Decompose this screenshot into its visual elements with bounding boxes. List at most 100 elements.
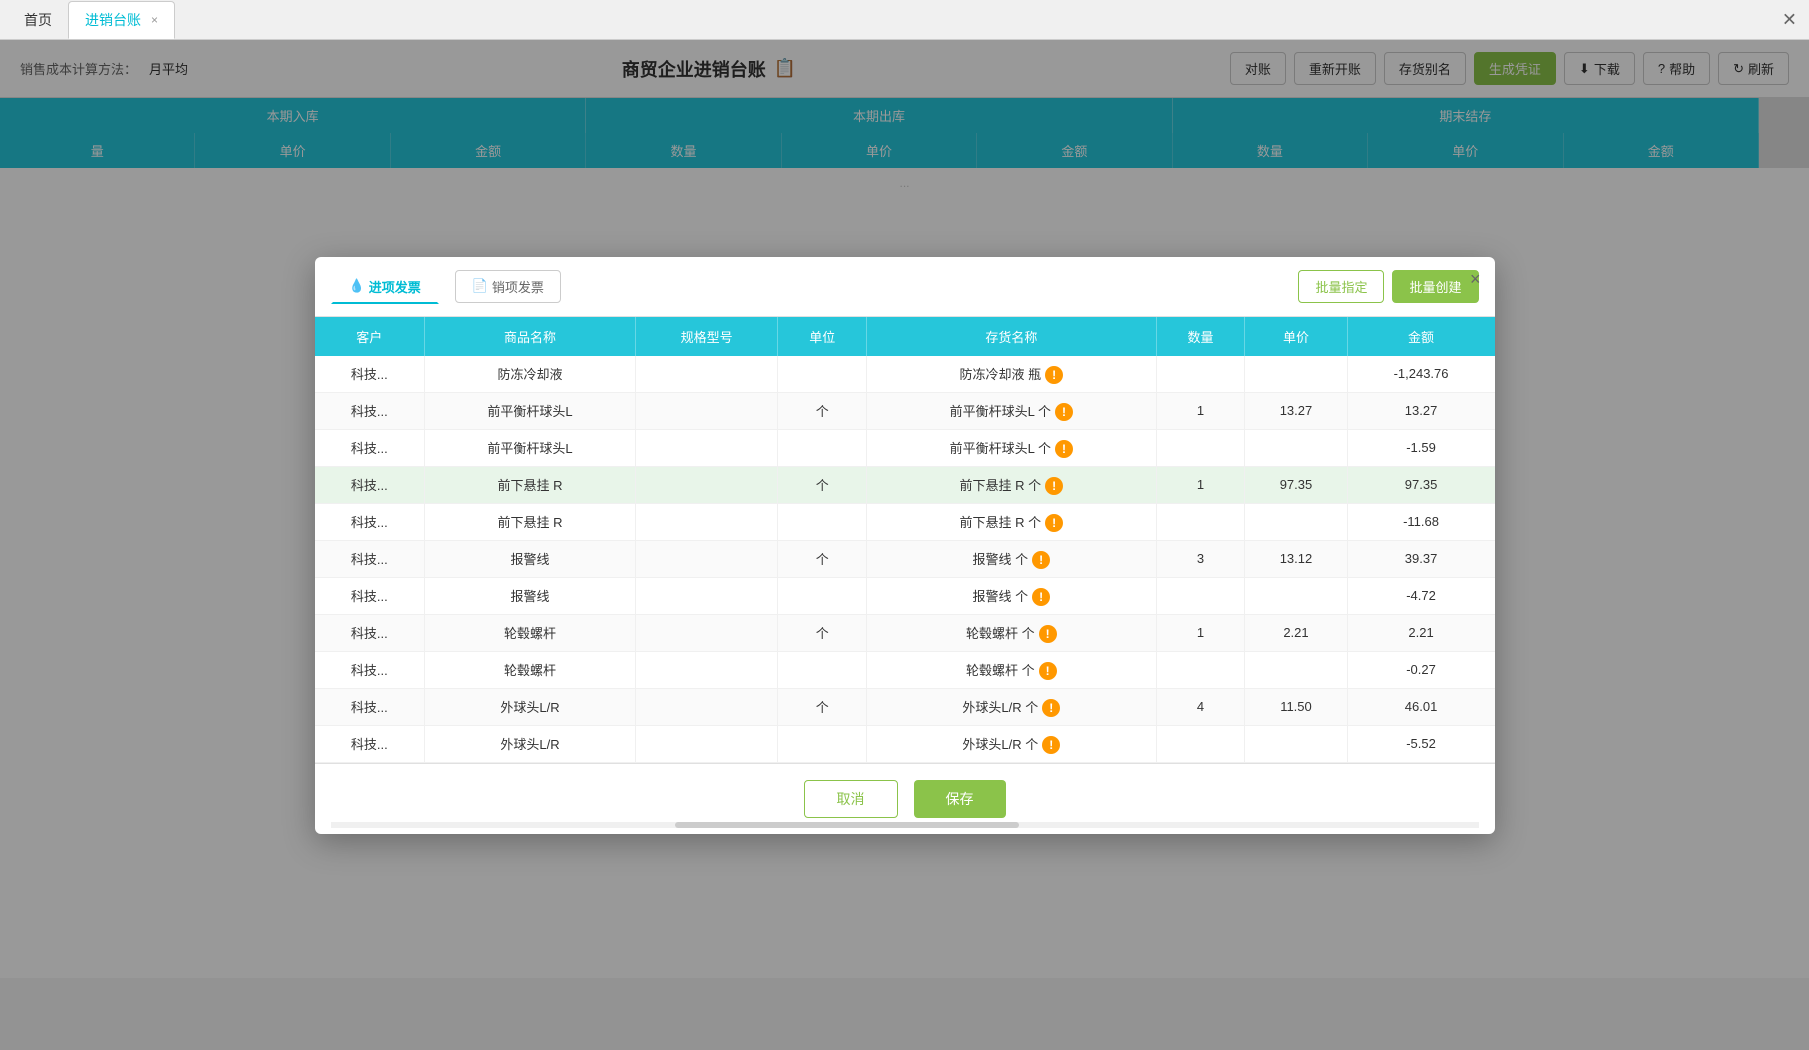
th-amount: 金额 <box>1347 317 1494 356</box>
cell-inventory: 前平衡杆球头L 个! <box>867 392 1157 429</box>
cell-amount: 2.21 <box>1347 614 1494 651</box>
cell-unit: 个 <box>778 688 867 725</box>
cell-unit <box>778 577 867 614</box>
cell-qty: 1 <box>1156 466 1245 503</box>
th-unit: 单位 <box>778 317 867 356</box>
table-row[interactable]: 科技...前下悬挂 R 前下悬挂 R 个! -11.68 <box>315 503 1495 540</box>
cell-inventory: 报警线 个! <box>867 577 1157 614</box>
th-product-name: 商品名称 <box>425 317 636 356</box>
invoice-tbody: 科技...防冻冷却液防冻冷却液 瓶!-1,243.76科技...前平衡杆球头L个… <box>315 356 1495 763</box>
save-button[interactable]: 保存 <box>914 780 1006 818</box>
scroll-thumb <box>675 822 1019 828</box>
cell-unit <box>778 429 867 466</box>
cell-price: 97.35 <box>1245 466 1347 503</box>
cell-spec <box>635 540 777 577</box>
table-row[interactable]: 科技...轮毂螺杆个轮毂螺杆 个!12.212.21 <box>315 614 1495 651</box>
batch-assign-button[interactable]: 批量指定 <box>1298 270 1384 303</box>
scroll-indicator[interactable] <box>331 822 1479 828</box>
warning-icon: ! <box>1055 440 1073 458</box>
cell-price: 13.27 <box>1245 392 1347 429</box>
warning-icon: ! <box>1045 477 1063 495</box>
cell-amount: -11.68 <box>1347 503 1494 540</box>
table-row[interactable]: 科技...前下悬挂 R个前下悬挂 R 个!197.3597.35 <box>315 466 1495 503</box>
th-price: 单价 <box>1245 317 1347 356</box>
cell-product: 前平衡杆球头L <box>425 392 636 429</box>
table-row[interactable]: 科技...防冻冷却液防冻冷却液 瓶!-1,243.76 <box>315 356 1495 393</box>
cell-product: 轮毂螺杆 <box>425 614 636 651</box>
cell-inventory: 外球头L/R 个! <box>867 688 1157 725</box>
cell-product: 前下悬挂 R <box>425 466 636 503</box>
dialog-table[interactable]: 客户 商品名称 规格型号 单位 存货名称 数量 单价 金额 科技...防冻冷却液… <box>315 317 1495 763</box>
table-row[interactable]: 科技...报警线报警线 个!-4.72 <box>315 577 1495 614</box>
cell-inventory: 外球头L/R 个! <box>867 725 1157 762</box>
dialog: 💧 进项发票 📄 销项发票 批量指定 批量创建 × <box>315 257 1495 834</box>
cell-price: 11.50 <box>1245 688 1347 725</box>
cell-unit <box>778 651 867 688</box>
tab-close-icon[interactable]: × <box>151 13 158 27</box>
cell-customer: 科技... <box>315 688 425 725</box>
cell-qty <box>1156 725 1245 762</box>
cell-product: 外球头L/R <box>425 688 636 725</box>
th-spec: 规格型号 <box>635 317 777 356</box>
cell-customer: 科技... <box>315 651 425 688</box>
cell-product: 前下悬挂 R <box>425 503 636 540</box>
cell-customer: 科技... <box>315 725 425 762</box>
tab-outgoing-icon: 📄 <box>472 278 488 294</box>
cell-qty <box>1156 651 1245 688</box>
warning-icon: ! <box>1042 699 1060 717</box>
cell-qty <box>1156 577 1245 614</box>
table-row[interactable]: 科技...外球头L/R外球头L/R 个!-5.52 <box>315 725 1495 762</box>
cell-unit: 个 <box>778 392 867 429</box>
cell-qty <box>1156 356 1245 393</box>
cell-qty <box>1156 503 1245 540</box>
cell-customer: 科技... <box>315 392 425 429</box>
table-row[interactable]: 科技...外球头L/R个外球头L/R 个!411.5046.01 <box>315 688 1495 725</box>
cell-amount: 39.37 <box>1347 540 1494 577</box>
table-row[interactable]: 科技...报警线个报警线 个!313.1239.37 <box>315 540 1495 577</box>
cell-inventory: 前下悬挂 R 个! <box>867 503 1157 540</box>
cell-amount: -0.27 <box>1347 651 1494 688</box>
cell-amount: 13.27 <box>1347 392 1494 429</box>
cell-customer: 科技... <box>315 356 425 393</box>
cell-inventory: 轮毂螺杆 个! <box>867 614 1157 651</box>
cell-qty <box>1156 429 1245 466</box>
tab-incoming-invoice[interactable]: 💧 进项发票 <box>331 269 439 304</box>
warning-icon: ! <box>1032 588 1050 606</box>
tab-active[interactable]: 进销台账 × <box>68 1 175 39</box>
cell-inventory: 前平衡杆球头L 个! <box>867 429 1157 466</box>
table-row[interactable]: 科技...前平衡杆球头L前平衡杆球头L 个!-1.59 <box>315 429 1495 466</box>
warning-icon: ! <box>1039 625 1057 643</box>
cell-spec <box>635 614 777 651</box>
cell-price <box>1245 725 1347 762</box>
batch-create-button[interactable]: 批量创建 <box>1392 270 1478 303</box>
cell-spec <box>635 577 777 614</box>
tab-home[interactable]: 首页 <box>8 2 68 38</box>
cell-spec <box>635 392 777 429</box>
cancel-button[interactable]: 取消 <box>804 780 898 818</box>
cell-inventory: 前下悬挂 R 个! <box>867 466 1157 503</box>
cell-qty: 4 <box>1156 688 1245 725</box>
tab-bar: 首页 进销台账 × ✕ <box>0 0 1809 40</box>
cell-spec <box>635 503 777 540</box>
cell-price: 2.21 <box>1245 614 1347 651</box>
cell-unit <box>778 356 867 393</box>
window-close-icon[interactable]: ✕ <box>1782 9 1797 30</box>
tab-outgoing-invoice[interactable]: 📄 销项发票 <box>455 270 561 303</box>
cell-spec <box>635 688 777 725</box>
invoice-table: 客户 商品名称 规格型号 单位 存货名称 数量 单价 金额 科技...防冻冷却液… <box>315 317 1495 763</box>
dialog-close-button[interactable]: × <box>1470 269 1481 290</box>
table-row[interactable]: 科技...前平衡杆球头L个前平衡杆球头L 个!113.2713.27 <box>315 392 1495 429</box>
cell-product: 前平衡杆球头L <box>425 429 636 466</box>
cell-product: 防冻冷却液 <box>425 356 636 393</box>
cell-unit <box>778 725 867 762</box>
table-row[interactable]: 科技...轮毂螺杆轮毂螺杆 个!-0.27 <box>315 651 1495 688</box>
cell-qty: 3 <box>1156 540 1245 577</box>
cell-price: 13.12 <box>1245 540 1347 577</box>
warning-icon: ! <box>1042 736 1060 754</box>
warning-icon: ! <box>1045 514 1063 532</box>
cell-inventory: 防冻冷却液 瓶! <box>867 356 1157 393</box>
cell-product: 轮毂螺杆 <box>425 651 636 688</box>
cell-unit: 个 <box>778 614 867 651</box>
warning-icon: ! <box>1055 403 1073 421</box>
cell-customer: 科技... <box>315 503 425 540</box>
